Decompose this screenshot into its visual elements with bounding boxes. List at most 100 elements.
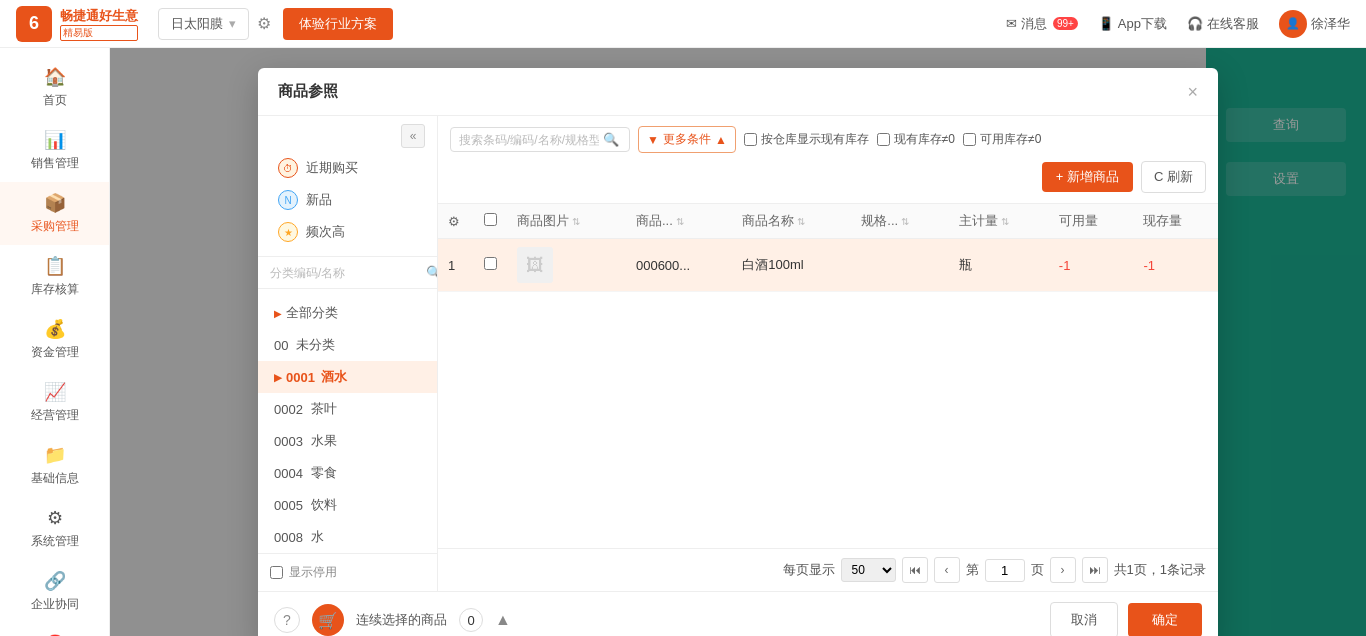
cat-item-all[interactable]: ▶ 全部分类 [258,297,437,329]
quick-filter-new[interactable]: N 新品 [270,184,425,216]
sidebar-item-collab[interactable]: 🔗 企业协同 [0,560,109,623]
sidebar-item-inventory[interactable]: 📋 库存核算 [0,245,109,308]
filter-up-icon: ▲ [715,133,727,147]
sidebar-item-sales[interactable]: 📊 销售管理 [0,119,109,182]
pagination: 每页显示 50 10 20 100 ⏮ ‹ 第 页 [438,548,1218,591]
product-search-input[interactable] [459,133,599,147]
last-page-button[interactable]: ⏭ [1082,557,1108,583]
expand-icon: ▶ [274,308,282,319]
cat-item-0003[interactable]: 0003 水果 [258,425,437,457]
sidebar-item-basic-info[interactable]: 📁 基础信息 [0,434,109,497]
cat-item-0008[interactable]: 0008 水 [258,521,437,553]
refresh-button[interactable]: C 刷新 [1141,161,1206,193]
top-nav: 6 畅捷通好生意 精易版 日太阳膜 ▾ ⚙ 体验行业方案 ✉ 消息 99+ 📱 … [0,0,1366,48]
td-name: 白酒100ml [732,239,851,292]
nav-selector[interactable]: 日太阳膜 ▾ [158,8,249,40]
quick-filter-frequent[interactable]: ★ 频次高 [270,216,425,248]
category-list: ▶ 全部分类 00 未分类 ▶ 0001 酒水 [258,289,437,553]
user-avatar: 👤 [1279,10,1307,38]
nav-right: ✉ 消息 99+ 📱 App下载 🎧 在线客服 👤 徐泽华 [1006,10,1350,38]
help-button[interactable]: ? [274,607,300,633]
modal-close-button[interactable]: × [1187,83,1198,101]
sidebar: 🏠 首页 📊 销售管理 📦 采购管理 📋 库存核算 💰 资金管理 📈 经营管理 … [0,48,110,636]
inventory-icon: 📋 [44,255,66,277]
category-search-input[interactable] [270,266,420,280]
sidebar-item-guide[interactable]: 🎯 新手引导 [0,623,109,636]
operations-icon: 📈 [44,381,66,403]
sidebar-label-finance: 资金管理 [31,344,79,361]
cat-item-0001[interactable]: ▶ 0001 酒水 [258,361,437,393]
first-page-button[interactable]: ⏮ [902,557,928,583]
modal-header: 商品参照 × [258,68,1218,116]
filter-icon: ▼ [647,133,659,147]
cat-item-0002[interactable]: 0002 茶叶 [258,393,437,425]
sidebar-item-purchase[interactable]: 📦 采购管理 [0,182,109,245]
sidebar-label-collab: 企业协同 [31,596,79,613]
sidebar-item-home[interactable]: 🏠 首页 [0,56,109,119]
warehouse-stock-filter[interactable]: 按仓库显示现有库存 [744,131,869,148]
product-panel: 🔍 ▼ 更多条件 ▲ 按仓库显示现有库存 [438,116,1218,591]
display-disabled-section: 显示停用 [258,553,437,591]
available-stock-filter[interactable]: 可用库存≠0 [963,131,1041,148]
sidebar-item-operations[interactable]: 📈 经营管理 [0,371,109,434]
home-icon: 🏠 [44,66,66,88]
cat-item-0005[interactable]: 0005 饮料 [258,489,437,521]
notif-badge: 99+ [1053,17,1078,30]
display-disabled-checkbox[interactable] [270,566,283,579]
online-service-nav-item[interactable]: 🎧 在线客服 [1187,15,1259,33]
settings-icon[interactable]: ⚙ [257,14,271,33]
cat-item-0004[interactable]: 0004 零食 [258,457,437,489]
sort-spec-icon: ⇅ [901,216,909,227]
row-checkbox[interactable] [484,257,497,270]
system-icon: ⚙ [47,507,63,529]
finance-icon: 💰 [44,318,66,340]
table-settings-icon: ⚙ [448,214,460,229]
more-filter-button[interactable]: ▼ 更多条件 ▲ [638,126,736,153]
sort-unit-icon: ⇅ [1001,216,1009,227]
td-unit: 瓶 [949,239,1049,292]
mobile-icon: 📱 [1098,16,1114,31]
available-stock-checkbox[interactable] [963,133,976,146]
active-expand-icon: ▶ [274,372,282,383]
app-download-nav-item[interactable]: 📱 App下载 [1098,15,1167,33]
page-size-select[interactable]: 50 10 20 100 [841,558,896,582]
nav-selector-text: 日太阳膜 [171,15,223,33]
next-page-button[interactable]: › [1050,557,1076,583]
cat-item-00[interactable]: 00 未分类 [258,329,437,361]
th-spec: 规格... ⇅ [851,204,948,239]
collapse-button[interactable]: « [401,124,425,148]
prev-page-button[interactable]: ‹ [934,557,960,583]
current-stock-filter[interactable]: 现有库存≠0 [877,131,955,148]
sales-icon: 📊 [44,129,66,151]
category-panel: « ⏱ 近期购买 N 新品 ★ [258,116,438,591]
cart-icon[interactable]: 🛒 [312,604,344,636]
message-nav-item[interactable]: ✉ 消息 99+ [1006,15,1078,33]
sidebar-item-system[interactable]: ⚙ 系统管理 [0,497,109,560]
product-image: 🖼 [517,247,553,283]
trial-button[interactable]: 体验行业方案 [283,8,393,40]
modal-body: « ⏱ 近期购买 N 新品 ★ [258,116,1218,591]
category-search: 🔍 [258,257,437,289]
page-number-input[interactable] [985,559,1025,582]
select-all-checkbox[interactable] [484,213,497,226]
td-stock: -1 [1133,239,1218,292]
search-btn-icon[interactable]: 🔍 [603,132,619,147]
footer-collapse-icon[interactable]: ▲ [495,611,511,629]
table-row[interactable]: 1 🖼 000600... 白酒100ml [438,239,1218,292]
td-spec [851,239,948,292]
warehouse-stock-checkbox[interactable] [744,133,757,146]
quick-filter-recent[interactable]: ⏱ 近期购买 [270,152,425,184]
th-settings[interactable]: ⚙ [438,204,474,239]
add-product-button[interactable]: + 新增商品 [1042,162,1133,192]
continuous-label: 连续选择的商品 [356,611,447,629]
sidebar-item-finance[interactable]: 💰 资金管理 [0,308,109,371]
main-layout: 🏠 首页 📊 销售管理 📦 采购管理 📋 库存核算 💰 资金管理 📈 经营管理 … [0,48,1366,636]
cancel-button[interactable]: 取消 [1050,602,1118,636]
current-stock-checkbox[interactable] [877,133,890,146]
user-profile[interactable]: 👤 徐泽华 [1279,10,1350,38]
page-suffix-label: 页 [1031,561,1044,579]
modal-overlay: 商品参照 × « ⏱ [110,48,1366,636]
confirm-button[interactable]: 确定 [1128,603,1202,636]
search-icon[interactable]: 🔍 [426,265,438,280]
footer-right: 取消 确定 [1050,602,1202,636]
